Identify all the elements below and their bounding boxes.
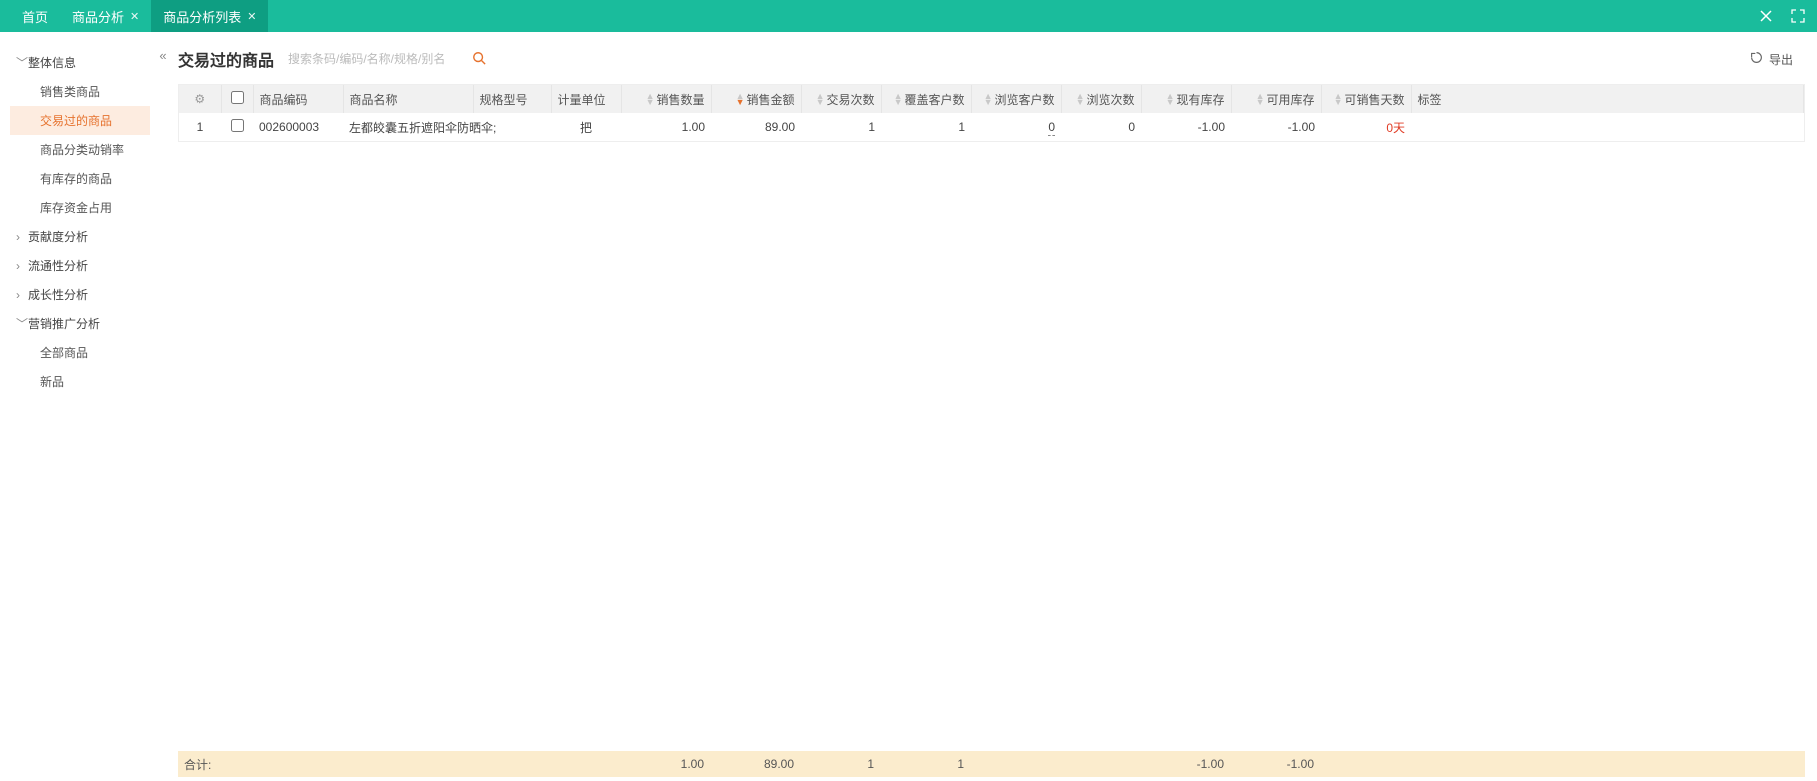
cell-stock-avail: -1.00 (1231, 113, 1321, 141)
search-icon[interactable] (472, 51, 486, 68)
chevron-right-icon: › (16, 288, 28, 302)
tab-label: 首页 (22, 7, 48, 26)
export-icon (1750, 51, 1763, 67)
chevron-right-icon: › (16, 259, 28, 273)
column-name[interactable]: 商品名称 (343, 85, 473, 113)
totals-amount: 89.00 (710, 751, 800, 777)
close-icon[interactable]: ✕ (130, 10, 139, 23)
sidebar-group-label: 整体信息 (28, 54, 76, 71)
chevron-down-icon: ﹀ (16, 315, 28, 332)
totals-viewers (970, 751, 1060, 777)
column-deals[interactable]: ▲▼交易次数 (801, 85, 881, 113)
cell-name: 左都皎囊五折遮阳伞防晒伞; (343, 113, 473, 141)
sidebar-group-label: 营销推广分析 (28, 315, 100, 332)
sidebar-group-label: 贡献度分析 (28, 228, 88, 245)
column-stock-now[interactable]: ▲▼现有库存 (1141, 85, 1231, 113)
column-settings[interactable]: ⚙ (179, 85, 221, 113)
column-viewers[interactable]: ▲▼浏览客户数 (971, 85, 1061, 113)
column-days[interactable]: ▲▼可销售天数 (1321, 85, 1411, 113)
sidebar-group-marketing[interactable]: ﹀ 营销推广分析 (10, 309, 150, 338)
sidebar-item-in-stock[interactable]: 有库存的商品 (10, 164, 150, 193)
sidebar-group-liquidity[interactable]: › 流通性分析 (10, 251, 150, 280)
sidebar-item-sales-goods[interactable]: 销售类商品 (10, 77, 150, 106)
sidebar-item-all-goods[interactable]: 全部商品 (10, 338, 150, 367)
page-title: 交易过的商品 (178, 47, 274, 71)
cell-viewers[interactable]: 0 (971, 113, 1061, 141)
column-unit[interactable]: 计量单位 (551, 85, 621, 113)
column-views[interactable]: ▲▼浏览次数 (1061, 85, 1141, 113)
cell-stock-now: -1.00 (1141, 113, 1231, 141)
gear-icon: ⚙ (194, 92, 205, 106)
close-icon[interactable]: ✕ (247, 10, 256, 23)
column-select-all[interactable] (221, 85, 253, 113)
totals-label: 合计: (178, 751, 252, 777)
tab-label: 商品分析 (72, 7, 124, 26)
cell-days: 0天 (1321, 113, 1411, 141)
sidebar: ﹀ 整体信息 销售类商品 交易过的商品 商品分类动销率 有库存的商品 库存资金占… (10, 32, 150, 781)
totals-qty: 1.00 (620, 751, 710, 777)
sidebar-group-overall[interactable]: ﹀ 整体信息 (10, 48, 150, 77)
tab-product-analysis-list[interactable]: 商品分析列表 ✕ (151, 0, 268, 32)
totals-row: 合计: 1.00 89.00 1 1 -1.00 -1.00 (178, 751, 1805, 777)
sidebar-item-category-rate[interactable]: 商品分类动销率 (10, 135, 150, 164)
select-all-checkbox[interactable] (231, 91, 244, 104)
sidebar-item-traded-goods[interactable]: 交易过的商品 (10, 106, 150, 135)
top-tab-bar: 首页 商品分析 ✕ 商品分析列表 ✕ (0, 0, 1817, 32)
cell-unit: 把 (551, 113, 621, 141)
export-label: 导出 (1769, 51, 1793, 68)
chevron-right-icon: › (16, 230, 28, 244)
chevron-down-icon: ﹀ (16, 54, 28, 71)
cell-deals: 1 (801, 113, 881, 141)
sidebar-group-label: 成长性分析 (28, 286, 88, 303)
cell-tags (1411, 113, 1804, 141)
row-checkbox[interactable] (231, 119, 244, 132)
sidebar-item-stock-capital[interactable]: 库存资金占用 (10, 193, 150, 222)
fullscreen-icon[interactable] (1787, 5, 1809, 27)
table-row[interactable]: 1 002600003 左都皎囊五折遮阳伞防晒伞; 把 1.00 89.00 1… (179, 113, 1804, 141)
tab-label: 商品分析列表 (163, 7, 241, 26)
column-qty[interactable]: ▲▼销售数量 (621, 85, 711, 113)
tab-home[interactable]: 首页 (10, 0, 60, 32)
row-index: 1 (179, 113, 221, 141)
tab-product-analysis[interactable]: 商品分析 ✕ (60, 0, 151, 32)
column-cover[interactable]: ▲▼覆盖客户数 (881, 85, 971, 113)
collapse-sidebar-icon[interactable]: « (154, 46, 172, 64)
sidebar-group-growth[interactable]: › 成长性分析 (10, 280, 150, 309)
column-code[interactable]: 商品编码 (253, 85, 343, 113)
totals-deals: 1 (800, 751, 880, 777)
column-spec[interactable]: 规格型号 (473, 85, 551, 113)
totals-views (1060, 751, 1140, 777)
cell-qty: 1.00 (621, 113, 711, 141)
column-tags[interactable]: 标签 (1411, 85, 1804, 113)
sidebar-group-contribution[interactable]: › 贡献度分析 (10, 222, 150, 251)
cell-amount: 89.00 (711, 113, 801, 141)
cell-views: 0 (1061, 113, 1141, 141)
sidebar-item-new-goods[interactable]: 新品 (10, 367, 150, 396)
totals-stock-now: -1.00 (1140, 751, 1230, 777)
sidebar-group-label: 流通性分析 (28, 257, 88, 274)
column-amount[interactable]: ▲▼销售金额 (711, 85, 801, 113)
data-table: ⚙ 商品编码 商品名称 规格型号 计量单位 ▲▼销售数量 ▲▼销售金额 ▲▼交易… (178, 84, 1805, 142)
search-input[interactable] (288, 47, 468, 71)
export-button[interactable]: 导出 (1750, 51, 1817, 68)
totals-cover: 1 (880, 751, 970, 777)
totals-stock-avail: -1.00 (1230, 751, 1320, 777)
close-panel-icon[interactable] (1755, 5, 1777, 27)
column-stock-avail[interactable]: ▲▼可用库存 (1231, 85, 1321, 113)
cell-code: 002600003 (253, 113, 343, 141)
cell-cover: 1 (881, 113, 971, 141)
